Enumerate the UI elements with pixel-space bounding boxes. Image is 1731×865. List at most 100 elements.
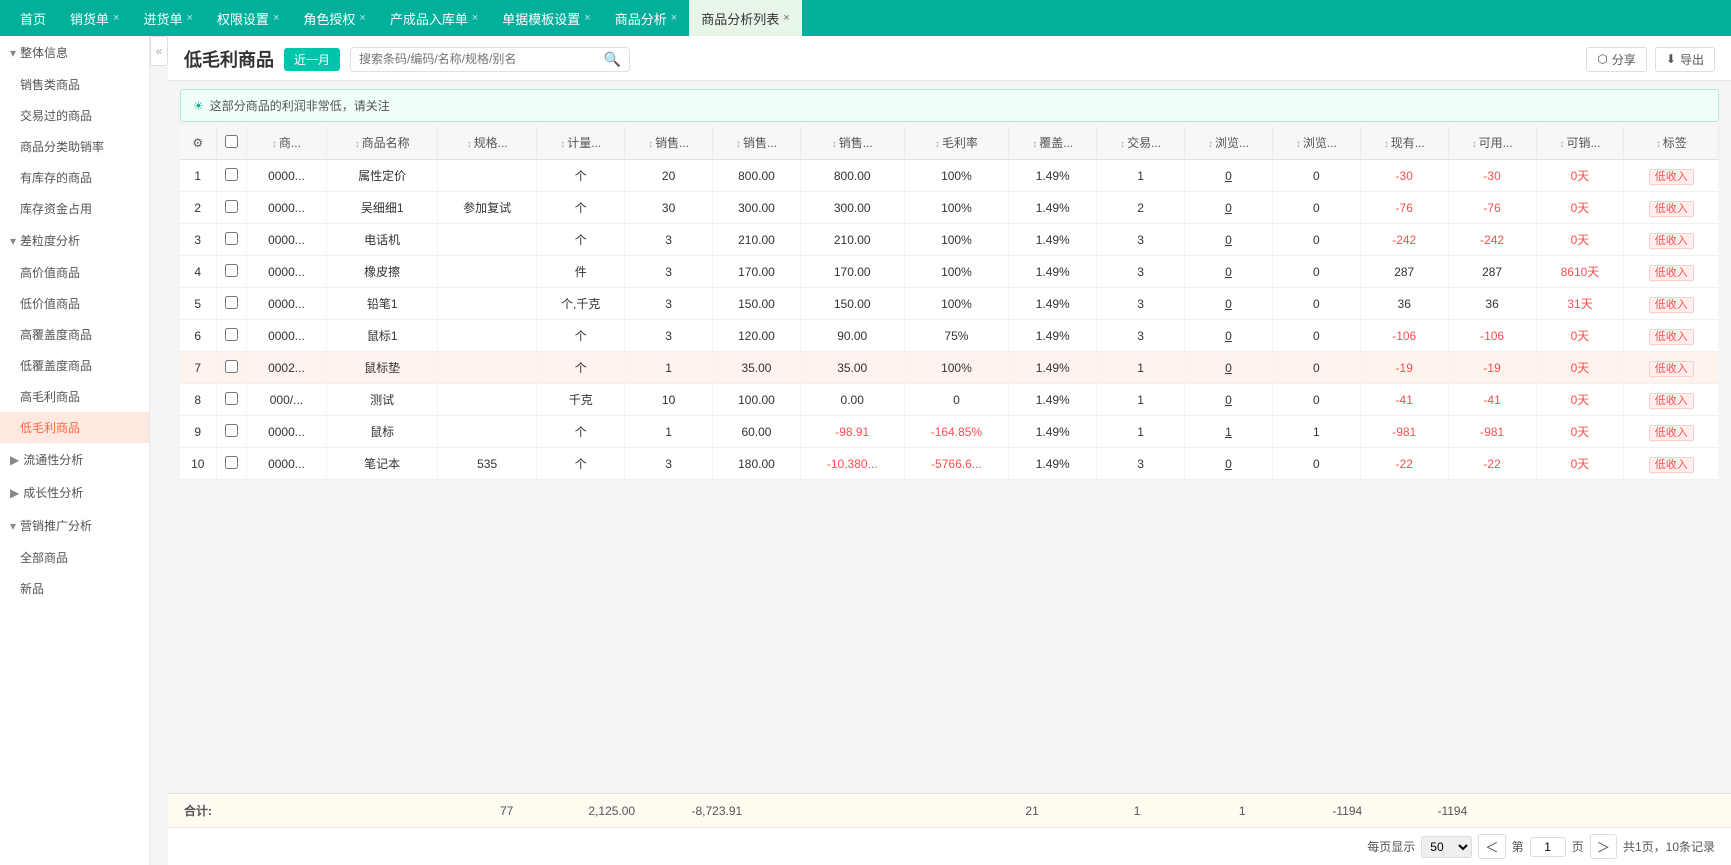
close-product-analysis-list-icon[interactable]: × (783, 12, 789, 24)
total-current: -1194 (1295, 804, 1400, 818)
nav-sales[interactable]: 销货单 × (58, 0, 131, 36)
col-sellable[interactable]: ↕可销... (1536, 126, 1624, 160)
sidebar-group-granular[interactable]: ▾ 差粒度分析 (0, 224, 149, 257)
nav-templates[interactable]: 单据模板设置 × (490, 0, 602, 36)
row-tag: 低收入 (1624, 320, 1719, 352)
row-browse2: 0 (1272, 384, 1360, 416)
col-sale-price[interactable]: ↕销售... (713, 126, 801, 160)
row-gross-rate: 1.49% (1009, 416, 1097, 448)
tag-badge: 低收入 (1649, 297, 1694, 313)
select-all-checkbox[interactable] (225, 135, 238, 148)
sidebar-item-inventory-capital[interactable]: 库存资金占用 (0, 193, 149, 224)
col-name[interactable]: ↕商品名称 (327, 126, 438, 160)
row-select-checkbox[interactable] (225, 456, 238, 469)
row-select-checkbox[interactable] (225, 424, 238, 437)
close-products-in-icon[interactable]: × (472, 12, 478, 24)
sidebar-group-overall[interactable]: ▾ 整体信息 (0, 36, 149, 69)
close-templates-icon[interactable]: × (584, 12, 590, 24)
nav-purchase[interactable]: 进货单 × (131, 0, 204, 36)
row-sale-profit: 90.00 (800, 320, 904, 352)
sidebar-item-low-value[interactable]: 低价值商品 (0, 288, 149, 319)
col-sale-profit[interactable]: ↕销售... (800, 126, 904, 160)
col-unit[interactable]: ↕计量... (537, 126, 625, 160)
row-current: 36 (1360, 288, 1448, 320)
row-select-checkbox[interactable] (225, 232, 238, 245)
col-available[interactable]: ↕可用... (1448, 126, 1536, 160)
row-select-checkbox[interactable] (225, 328, 238, 341)
row-browse1[interactable]: 0 (1185, 256, 1273, 288)
col-sale-qty[interactable]: ↕销售... (625, 126, 713, 160)
row-browse1[interactable]: 0 (1185, 352, 1273, 384)
row-spec (438, 224, 537, 256)
row-select-checkbox[interactable] (225, 392, 238, 405)
col-browse2[interactable]: ↕浏览... (1272, 126, 1360, 160)
per-page-select[interactable]: 50 100 200 (1421, 836, 1472, 858)
close-permissions-icon[interactable]: × (273, 12, 279, 24)
row-code: 0000... (246, 416, 327, 448)
sidebar-item-sales-products[interactable]: 销售类商品 (0, 69, 149, 100)
nav-roles[interactable]: 角色授权 × (291, 0, 377, 36)
row-browse1[interactable]: 0 (1185, 320, 1273, 352)
close-roles-icon[interactable]: × (359, 12, 365, 24)
sidebar-item-high-coverage[interactable]: 高覆盖度商品 (0, 319, 149, 350)
nav-products-in[interactable]: 产成品入库单 × (378, 0, 490, 36)
row-select-checkbox[interactable] (225, 296, 238, 309)
row-select-checkbox[interactable] (225, 200, 238, 213)
row-browse1[interactable]: 0 (1185, 448, 1273, 480)
nav-permissions[interactable]: 权限设置 × (205, 0, 291, 36)
row-select-checkbox[interactable] (225, 264, 238, 277)
row-browse1[interactable]: 0 (1185, 384, 1273, 416)
main-content: 低毛利商品 近一月 🔍 ⬡ 分享 ⬇ 导出 ☀ 这部分商品的利润非常低，请关注 (168, 36, 1731, 865)
col-profit-rate[interactable]: ↕毛利率 (904, 126, 1009, 160)
row-select-checkbox[interactable] (225, 168, 238, 181)
sidebar-item-high-margin[interactable]: 高毛利商品 (0, 381, 149, 412)
row-spec (438, 352, 537, 384)
nav-home[interactable]: 首页 (8, 0, 58, 36)
row-browse1[interactable]: 0 (1185, 192, 1273, 224)
sidebar-item-new-products[interactable]: 新品 (0, 573, 149, 604)
sidebar-item-low-margin[interactable]: 低毛利商品 (0, 412, 149, 443)
export-icon: ⬇ (1666, 52, 1676, 66)
row-available: -106 (1448, 320, 1536, 352)
share-icon: ⬡ (1597, 52, 1607, 66)
sidebar-item-all-products[interactable]: 全部商品 (0, 542, 149, 573)
next-page-button[interactable]: ＞ (1590, 834, 1617, 859)
col-gross-rate[interactable]: ↕覆盖... (1009, 126, 1097, 160)
col-tag[interactable]: ↕标签 (1624, 126, 1719, 160)
sidebar-item-low-coverage[interactable]: 低覆盖度商品 (0, 350, 149, 381)
sidebar-group-marketing[interactable]: ▾ 营销推广分析 (0, 509, 149, 542)
share-button[interactable]: ⬡ 分享 (1586, 47, 1647, 72)
sidebar-item-stocked-products[interactable]: 有库存的商品 (0, 162, 149, 193)
nav-product-analysis[interactable]: 商品分析 × (603, 0, 689, 36)
prev-page-button[interactable]: ＜ (1478, 834, 1505, 859)
sidebar-collapse-button[interactable]: « (150, 36, 168, 66)
row-sale-profit: -10,380... (800, 448, 904, 480)
col-trade[interactable]: ↕交易... (1097, 126, 1185, 160)
sidebar-group-growth[interactable]: ▶ 成长性分析 (0, 476, 149, 509)
filter-period-button[interactable]: 近一月 (284, 48, 340, 71)
col-spec[interactable]: ↕规格... (438, 126, 537, 160)
row-select-checkbox[interactable] (225, 360, 238, 373)
sidebar-item-category-rate[interactable]: 商品分类助销率 (0, 131, 149, 162)
search-input[interactable] (359, 52, 604, 66)
expand-growth-icon: ▶ (10, 486, 19, 500)
col-settings[interactable]: ⚙ (180, 126, 216, 160)
sidebar-item-traded-products[interactable]: 交易过的商品 (0, 100, 149, 131)
export-button[interactable]: ⬇ 导出 (1655, 47, 1715, 72)
col-code[interactable]: ↕商... (246, 126, 327, 160)
row-sellable: 0天 (1536, 160, 1624, 192)
row-browse1[interactable]: 1 (1185, 416, 1273, 448)
row-browse1[interactable]: 0 (1185, 160, 1273, 192)
close-product-analysis-icon[interactable]: × (671, 12, 677, 24)
col-browse1[interactable]: ↕浏览... (1185, 126, 1273, 160)
row-checkbox (216, 416, 246, 448)
nav-product-analysis-list[interactable]: 商品分析列表 × (689, 0, 801, 36)
row-browse1[interactable]: 0 (1185, 288, 1273, 320)
sidebar-item-high-value[interactable]: 高价值商品 (0, 257, 149, 288)
page-number-input[interactable] (1530, 837, 1566, 857)
col-current[interactable]: ↕现有... (1360, 126, 1448, 160)
close-sales-icon[interactable]: × (113, 12, 119, 24)
row-browse1[interactable]: 0 (1185, 224, 1273, 256)
sidebar-group-circulation[interactable]: ▶ 流通性分析 (0, 443, 149, 476)
close-purchase-icon[interactable]: × (186, 12, 192, 24)
